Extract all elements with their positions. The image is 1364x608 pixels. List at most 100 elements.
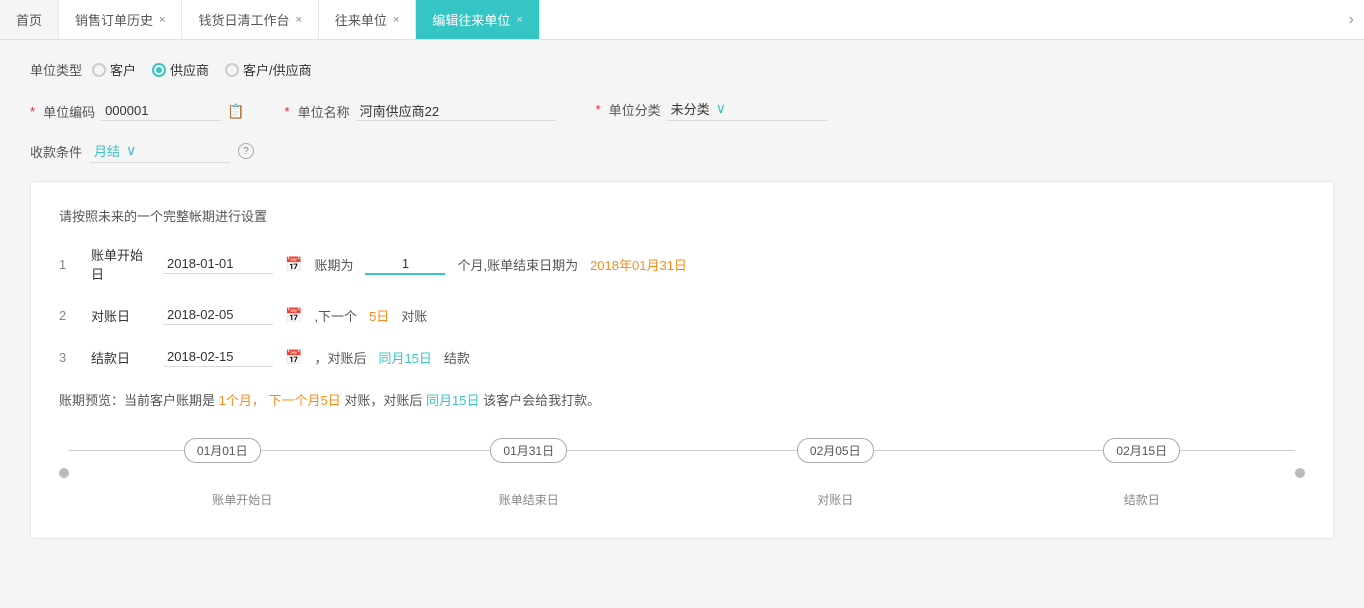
timeline-line-1b: [261, 450, 376, 451]
timeline-line-2b: [567, 450, 682, 451]
tab-arrow[interactable]: ›: [1339, 0, 1364, 39]
period-row-1-label: 账单开始日: [91, 245, 151, 283]
radio-customer-circle: [92, 63, 106, 77]
tab-edit-contact-label: 编辑往来单位: [432, 10, 510, 29]
period-row-1-num: 1: [59, 257, 79, 272]
period-row-3-label: 结款日: [91, 348, 151, 367]
timeline-segment-4: 02月15日 结款日: [989, 438, 1296, 508]
preview-reconcile: 对账，对账后: [344, 393, 422, 408]
payment-terms-dropdown[interactable]: 月结 ∨: [90, 139, 230, 163]
timeline-segment-2: 01月31日 账单结束日: [376, 438, 683, 508]
period-row-2-prefix: ,下一个: [314, 306, 357, 325]
radio-group-unit-type: 客户 供应商 客户/供应商: [92, 60, 312, 79]
settings-card: 请按照未来的一个完整帐期进行设置 1 账单开始日 📅 账期为 个月,账单结束日期…: [30, 181, 1334, 539]
timeline-line-1: [69, 450, 184, 451]
radio-customer-supplier-label: 客户/供应商: [243, 60, 312, 79]
unit-name-label: 单位名称: [298, 102, 350, 121]
payment-terms-label: 收款条件: [30, 142, 82, 161]
radio-customer-label: 客户: [110, 60, 136, 79]
tab-home[interactable]: 首页: [0, 0, 59, 39]
payment-date-input[interactable]: [163, 347, 273, 367]
timeline-pill-4: 02月15日: [1103, 438, 1180, 463]
radio-customer-supplier-circle: [225, 63, 239, 77]
unit-type-row: 单位类型 客户 供应商 客户/供应商: [30, 60, 1334, 79]
period-row-2-day-highlight: 5日: [369, 306, 389, 325]
timeline-line-2: [376, 450, 491, 451]
tab-edit-contact[interactable]: 编辑往来单位 ×: [416, 0, 539, 39]
unit-code-calendar-icon[interactable]: 📋: [227, 103, 244, 120]
period-start-calendar-icon[interactable]: 📅: [285, 256, 302, 273]
preview-label: 账期预览：当前客户账期是: [59, 393, 215, 408]
unit-code-input[interactable]: [101, 101, 221, 121]
unit-code-label: 单位编码: [43, 102, 95, 121]
period-row-3: 3 结款日 📅 ，对账后 同月15日 结款: [59, 347, 1305, 367]
reconcile-calendar-icon[interactable]: 📅: [285, 307, 302, 324]
timeline-line-4: [989, 450, 1104, 451]
payment-terms-row: 收款条件 月结 ∨ ?: [30, 139, 1334, 163]
radio-customer-supplier[interactable]: 客户/供应商: [225, 60, 312, 79]
timeline-start-dot: [59, 468, 69, 478]
timeline-line-3: [682, 450, 797, 451]
period-row-1-prefix: 账期为: [314, 255, 353, 274]
timeline-pill-2: 01月31日: [490, 438, 567, 463]
period-end-date-highlight: 2018年01月31日: [590, 255, 687, 274]
payment-terms-help-icon[interactable]: ?: [238, 143, 254, 159]
preview-section: 账期预览：当前客户账期是 1个月， 下一个月5日 对账，对账后 同月15日 该客…: [59, 389, 1305, 412]
tab-contacts-label: 往来单位: [335, 10, 387, 29]
unit-info-row: * 单位编码 📋 * 单位名称 * 单位分类 未分类 ∨: [30, 97, 1334, 121]
unit-type-label: 单位类型: [30, 60, 82, 79]
preview-same: 同月15日: [426, 393, 479, 408]
timeline-sublabel-1: 账单开始日: [212, 491, 272, 508]
preview-end: 该客户会给我打款。: [483, 393, 600, 408]
timeline-pill-1: 01月01日: [184, 438, 261, 463]
unit-category-star: *: [596, 102, 601, 117]
tab-sales-history-label: 销售订单历史: [75, 10, 153, 29]
unit-name-input[interactable]: [356, 101, 556, 121]
radio-supplier-label: 供应商: [170, 60, 209, 79]
unit-category-chevron-icon: ∨: [716, 100, 726, 117]
payment-terms-chevron-icon: ∨: [126, 142, 136, 159]
unit-name-star: *: [285, 104, 290, 119]
tab-cashwork[interactable]: 钱货日清工作台 ×: [182, 0, 318, 39]
period-row-2: 2 对账日 📅 ,下一个 5日 对账: [59, 305, 1305, 325]
radio-customer[interactable]: 客户: [92, 60, 136, 79]
timeline-line-3b: [874, 450, 989, 451]
radio-supplier[interactable]: 供应商: [152, 60, 209, 79]
period-row-2-label: 对账日: [91, 306, 151, 325]
timeline-node-1: 01月01日: [184, 438, 261, 463]
period-row-2-num: 2: [59, 308, 79, 323]
period-row-3-day-highlight: 同月15日: [378, 348, 431, 367]
unit-category-label: 单位分类: [609, 100, 661, 119]
timeline-sublabel-4: 结款日: [1124, 491, 1160, 508]
tab-contacts-close[interactable]: ×: [393, 14, 399, 26]
period-row-3-prefix: ，对账后: [314, 348, 366, 367]
timeline-start-circle: [59, 468, 69, 478]
tab-sales-history-close[interactable]: ×: [159, 14, 165, 26]
timeline-sublabel-3: 对账日: [817, 491, 853, 508]
tab-edit-contact-close[interactable]: ×: [516, 14, 522, 26]
period-row-3-num: 3: [59, 350, 79, 365]
timeline-pill-3: 02月05日: [797, 438, 874, 463]
period-start-date-input[interactable]: [163, 254, 273, 274]
timeline-segment-1: 01月01日 账单开始日: [69, 438, 376, 508]
period-row-2-suffix: 对账: [401, 306, 427, 325]
main-content: 单位类型 客户 供应商 客户/供应商 * 单位编码 📋 * 单位名称: [0, 40, 1364, 608]
tab-cashwork-close[interactable]: ×: [295, 14, 301, 26]
timeline: 01月01日 账单开始日 01月31日 账单结束日 02月: [59, 432, 1305, 508]
card-title: 请按照未来的一个完整帐期进行设置: [59, 206, 1305, 225]
timeline-end-circle: [1295, 468, 1305, 478]
period-row-3-suffix: 结款: [444, 348, 470, 367]
months-input[interactable]: [365, 254, 445, 275]
tab-home-label: 首页: [16, 10, 42, 29]
preview-1m: 1个月，: [219, 393, 265, 408]
tab-sales-history[interactable]: 销售订单历史 ×: [59, 0, 182, 39]
unit-category-dropdown[interactable]: 未分类 ∨: [667, 97, 827, 121]
tab-contacts[interactable]: 往来单位 ×: [319, 0, 416, 39]
tab-cashwork-label: 钱货日清工作台: [198, 10, 289, 29]
payment-terms-value: 月结: [94, 141, 120, 160]
timeline-line-4b: [1180, 450, 1295, 451]
reconcile-date-input[interactable]: [163, 305, 273, 325]
period-row-1-suffix: 个月,账单结束日期为: [457, 255, 578, 274]
payment-calendar-icon[interactable]: 📅: [285, 349, 302, 366]
timeline-segment-3: 02月05日 对账日: [682, 438, 989, 508]
